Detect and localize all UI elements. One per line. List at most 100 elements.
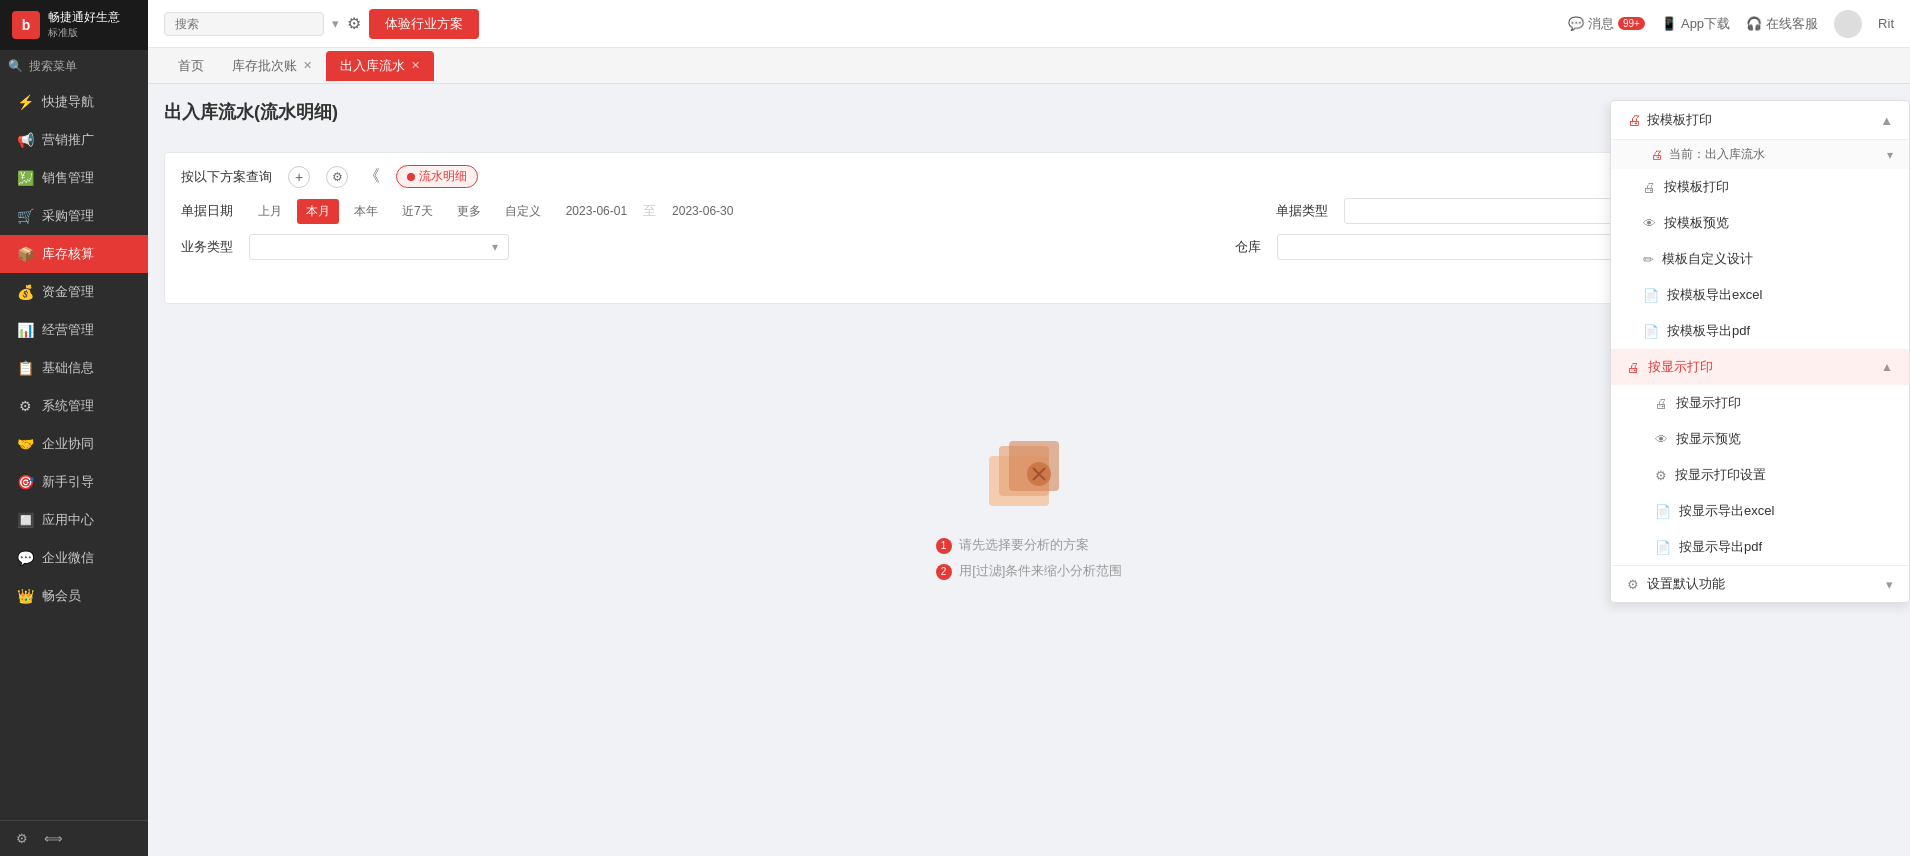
sidebar: b 畅捷通好生意 标准版 🔍 搜索菜单 ⚡ 快捷导航 📢 营销推广 💹 销售管理… [0, 0, 148, 856]
biz-type-label: 业务类型 [181, 238, 233, 256]
empty-tip-2: 2 用[过滤]条件来缩小分析范围 [936, 558, 1123, 584]
online-service-label: 在线客服 [1766, 15, 1818, 33]
app-center-icon: 🔲 [16, 512, 34, 528]
dropdown-current-label: 当前：出入库流水 [1669, 146, 1765, 163]
display-print-icon: 🖨 [1655, 396, 1668, 411]
tab-home-label: 首页 [178, 57, 204, 75]
user-name: Rit [1878, 16, 1894, 31]
sidebar-item-guide[interactable]: 🎯 新手引导 [0, 463, 148, 501]
filter-tag-dot [407, 173, 415, 181]
sidebar-item-app-center[interactable]: 🔲 应用中心 [0, 501, 148, 539]
dropdown-item-display-export-pdf[interactable]: 📄 按显示导出pdf [1611, 529, 1909, 565]
topbar-gear-icon[interactable]: ⚙ [347, 14, 361, 33]
filter-config-button[interactable]: ⚙ [326, 166, 348, 188]
sidebar-item-purchase[interactable]: 🛒 采购管理 [0, 197, 148, 235]
date-btn-this-month[interactable]: 本月 [297, 199, 339, 224]
display-export-pdf-icon: 📄 [1655, 540, 1671, 555]
dropdown-section2-title-area: 🖨 按显示打印 [1627, 358, 1713, 376]
sidebar-item-enterprise[interactable]: 🤝 企业协同 [0, 425, 148, 463]
dropdown-item-template-customize[interactable]: ✏ 模板自定义设计 [1611, 241, 1909, 277]
app-badge: 标准版 [48, 26, 120, 40]
user-avatar[interactable] [1834, 10, 1862, 38]
dropdown-footer[interactable]: ⚙ 设置默认功能 ▾ [1611, 565, 1909, 602]
filter-add-button[interactable]: + [288, 166, 310, 188]
sidebar-item-label: 企业协同 [42, 435, 94, 453]
dropdown-footer-label: 设置默认功能 [1647, 575, 1725, 593]
tab-batch-account-close[interactable]: ✕ [303, 59, 312, 72]
app-download-area[interactable]: 📱 App下载 [1661, 15, 1730, 33]
sidebar-item-label: 畅会员 [42, 587, 81, 605]
sidebar-item-label: 库存核算 [42, 245, 94, 263]
display-preview-label: 按显示预览 [1676, 430, 1741, 448]
filter-tag-shuimingxi[interactable]: 流水明细 [396, 165, 478, 188]
tip-1-text: 请先选择要分析的方案 [959, 537, 1089, 552]
date-btn-last-7[interactable]: 近7天 [393, 199, 442, 224]
display-print-label: 按显示打印 [1676, 394, 1741, 412]
sidebar-item-finance[interactable]: 💰 资金管理 [0, 273, 148, 311]
dropdown-item-display-print[interactable]: 🖨 按显示打印 [1611, 385, 1909, 421]
industry-solution-button[interactable]: 体验行业方案 [369, 9, 479, 39]
dropdown-item-template-export-pdf[interactable]: 📄 按模板导出pdf [1611, 313, 1909, 349]
dropdown-current-chevron: ▾ [1887, 148, 1893, 162]
sidebar-item-basic-info[interactable]: 📋 基础信息 [0, 349, 148, 387]
sidebar-search[interactable]: 🔍 搜索菜单 [0, 50, 148, 83]
tab-inout-flow[interactable]: 出入库流水 ✕ [326, 51, 434, 81]
topbar-search-input[interactable] [164, 12, 324, 36]
dropdown-item-display-preview[interactable]: 👁 按显示预览 [1611, 421, 1909, 457]
display-export-excel-icon: 📄 [1655, 504, 1671, 519]
filter-label: 按以下方案查询 [181, 168, 272, 186]
dropdown-header[interactable]: 🖨 按模板打印 ▲ [1611, 101, 1909, 140]
guide-icon: 🎯 [16, 474, 34, 490]
empty-tip-1: 1 请先选择要分析的方案 [936, 532, 1123, 558]
settings-default-icon: ⚙ [1627, 577, 1639, 592]
date-btn-this-year[interactable]: 本年 [345, 199, 387, 224]
dropdown-item-display-print-settings[interactable]: ⚙ 按显示打印设置 [1611, 457, 1909, 493]
template-export-pdf-icon: 📄 [1643, 324, 1659, 339]
dropdown-item-template-print[interactable]: 🖨 按模板打印 [1611, 169, 1909, 205]
app-download-icon: 📱 [1661, 16, 1677, 31]
topbar-dropdown-icon[interactable]: ▾ [332, 16, 339, 31]
date-btn-last-month[interactable]: 上月 [249, 199, 291, 224]
expand-icon[interactable]: ⟺ [44, 831, 63, 846]
sidebar-item-label: 新手引导 [42, 473, 94, 491]
template-export-excel-label: 按模板导出excel [1667, 286, 1762, 304]
online-service-area[interactable]: 🎧 在线客服 [1746, 15, 1818, 33]
dropdown-item-template-export-excel[interactable]: 📄 按模板导出excel [1611, 277, 1909, 313]
sales-icon: 💹 [16, 170, 34, 186]
template-customize-item-label: 模板自定义设计 [1662, 250, 1753, 268]
dropdown-title: 按模板打印 [1647, 111, 1712, 129]
template-print-item-label: 按模板打印 [1664, 178, 1729, 196]
sidebar-item-member[interactable]: 👑 畅会员 [0, 577, 148, 615]
sidebar-item-label: 基础信息 [42, 359, 94, 377]
wechat-icon: 💬 [16, 550, 34, 566]
biz-type-dropdown-icon: ▾ [492, 240, 498, 254]
message-icon: 💬 [1568, 16, 1584, 31]
tip-1-num: 1 [936, 538, 952, 554]
sidebar-item-operations[interactable]: 📊 经营管理 [0, 311, 148, 349]
settings-icon[interactable]: ⚙ [16, 831, 28, 846]
message-badge: 99+ [1618, 17, 1645, 30]
sidebar-item-wechat[interactable]: 💬 企业微信 [0, 539, 148, 577]
message-area[interactable]: 💬 消息 99+ [1568, 15, 1645, 33]
dropdown-current-sub[interactable]: 🖨 当前：出入库流水 ▾ [1611, 140, 1909, 169]
sidebar-item-inventory[interactable]: 📦 库存核算 [0, 235, 148, 273]
template-export-pdf-label: 按模板导出pdf [1667, 322, 1750, 340]
tab-inout-flow-close[interactable]: ✕ [411, 59, 420, 72]
biz-type-select[interactable]: ▾ [249, 234, 509, 260]
page-title: 出入库流水(流水明细) [164, 100, 338, 124]
filter-left-collapse[interactable]: 《 [364, 166, 380, 187]
tab-batch-account[interactable]: 库存批次账 ✕ [218, 51, 326, 81]
dropdown-section2-header[interactable]: 🖨 按显示打印 ▲ [1611, 349, 1909, 385]
tab-home[interactable]: 首页 [164, 51, 218, 81]
dropdown-item-template-preview[interactable]: 👁 按模板预览 [1611, 205, 1909, 241]
dropdown-item-display-export-excel[interactable]: 📄 按显示导出excel [1611, 493, 1909, 529]
tip-2-text: 用[过滤]条件来缩小分析范围 [959, 563, 1122, 578]
date-btn-more[interactable]: 更多 [448, 199, 490, 224]
sidebar-item-label: 系统管理 [42, 397, 94, 415]
sidebar-item-system[interactable]: ⚙ 系统管理 [0, 387, 148, 425]
sidebar-item-marketing[interactable]: 📢 营销推广 [0, 121, 148, 159]
date-btn-custom[interactable]: 自定义 [496, 199, 550, 224]
sidebar-item-sales[interactable]: 💹 销售管理 [0, 159, 148, 197]
sidebar-item-quick-nav[interactable]: ⚡ 快捷导航 [0, 83, 148, 121]
sidebar-footer: ⚙ ⟺ [0, 820, 148, 856]
